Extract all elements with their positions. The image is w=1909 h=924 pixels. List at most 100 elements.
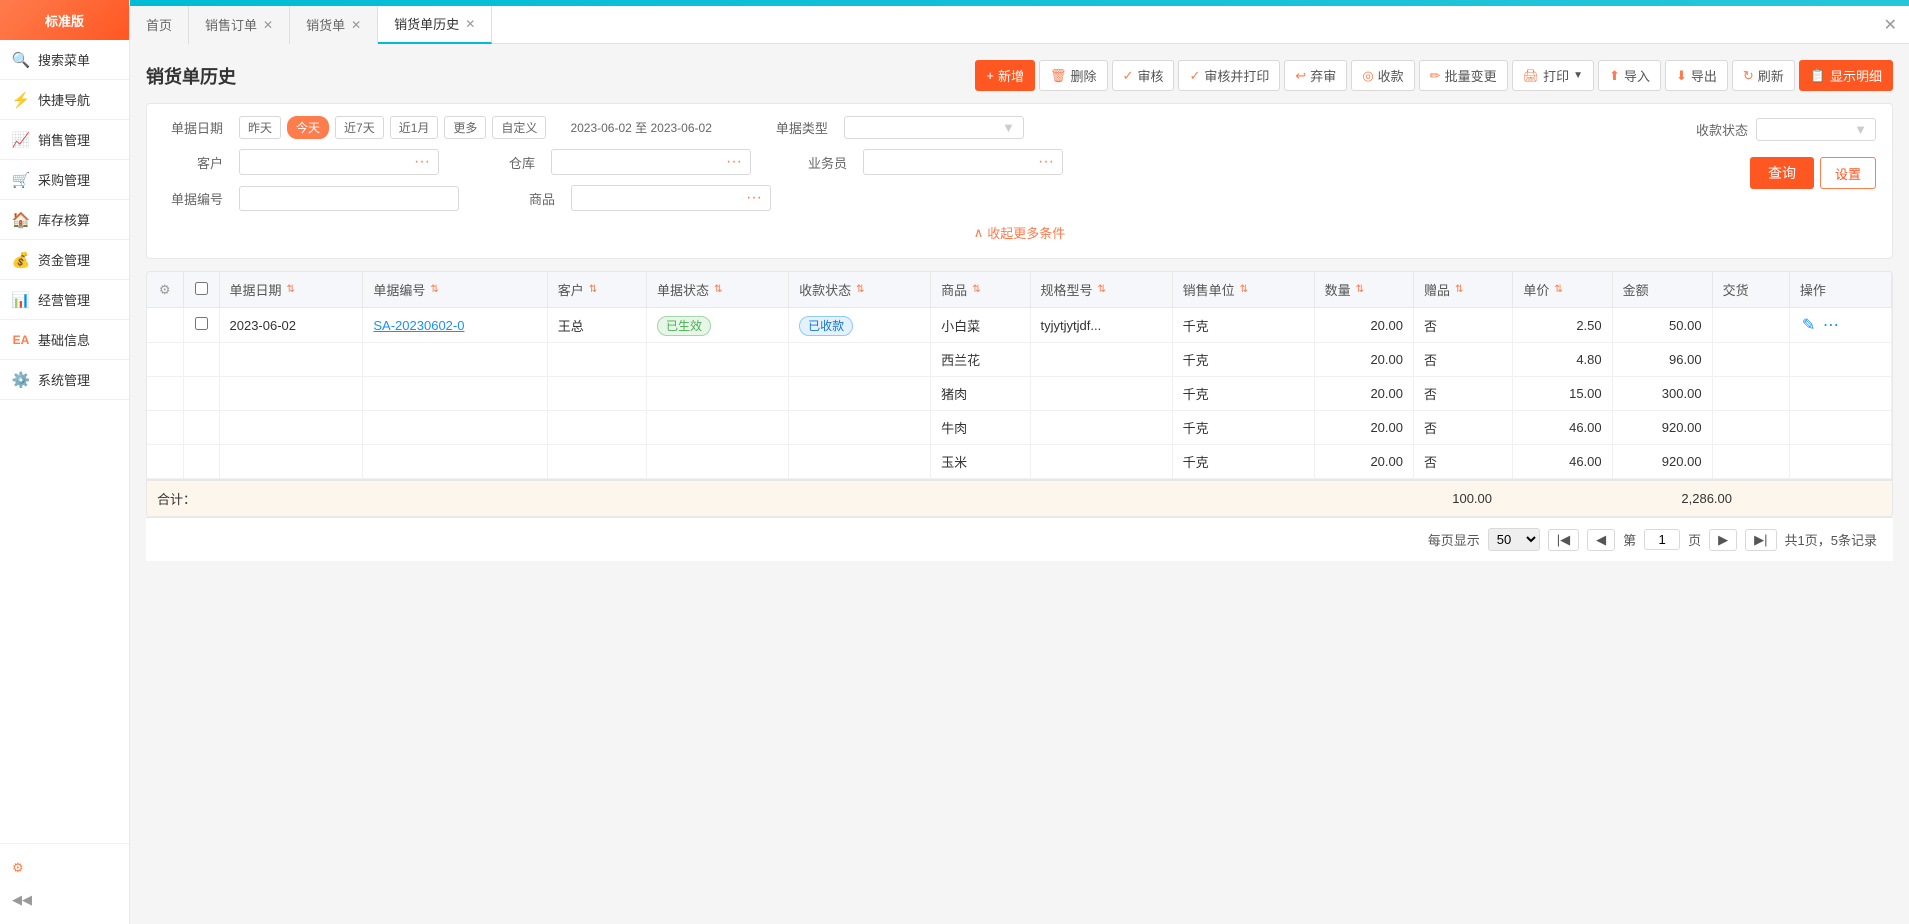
last-page-btn[interactable]: ▶| bbox=[1745, 529, 1776, 551]
batch-change-button[interactable]: ✏ 批量变更 bbox=[1419, 60, 1508, 91]
spec-sort-icon[interactable]: ⇅ bbox=[1098, 284, 1106, 295]
tab-home[interactable]: 首页 bbox=[130, 6, 189, 44]
warehouse-input[interactable]: ··· bbox=[551, 149, 751, 175]
salesperson-dots-icon[interactable]: ··· bbox=[1038, 153, 1054, 171]
sidebar-item-purchase-mgmt[interactable]: 🛒 采购管理 bbox=[0, 160, 129, 200]
select-all-checkbox[interactable] bbox=[195, 282, 208, 295]
collect-status-select[interactable]: ▼ bbox=[1756, 118, 1876, 141]
1month-btn[interactable]: 近1月 bbox=[390, 116, 439, 139]
doc-no-sort-icon[interactable]: ⇅ bbox=[430, 284, 438, 295]
next-page-btn[interactable]: ▶ bbox=[1709, 529, 1737, 551]
doc-type-select[interactable]: ▼ bbox=[844, 116, 1024, 139]
row-goods: 牛肉 bbox=[931, 411, 1030, 445]
col-doc-status: 单据状态 ⇅ bbox=[647, 272, 789, 308]
tab-sales-goods-close[interactable]: ✕ bbox=[351, 18, 361, 32]
col-sales-unit: 销售单位 ⇅ bbox=[1172, 272, 1314, 308]
customer-dots-icon[interactable]: ··· bbox=[414, 153, 430, 171]
sidebar-item-operations[interactable]: 📊 经营管理 bbox=[0, 280, 129, 320]
docno-input[interactable] bbox=[239, 186, 459, 211]
audit-button[interactable]: ✓ 审核 bbox=[1112, 60, 1175, 91]
edit-action-icon[interactable]: ✎ bbox=[1802, 317, 1815, 334]
customer-input[interactable]: ··· bbox=[239, 149, 439, 175]
collect-status-sort-icon[interactable]: ⇅ bbox=[856, 284, 864, 295]
import-button[interactable]: ⬆ 导入 bbox=[1598, 60, 1661, 91]
sidebar-item-label: 系统管理 bbox=[38, 370, 90, 389]
qty-sort-icon[interactable]: ⇅ bbox=[1356, 284, 1364, 295]
col-goods: 商品 ⇅ bbox=[931, 272, 1030, 308]
delete-button[interactable]: 🗑 删除 bbox=[1039, 60, 1108, 91]
yesterday-btn[interactable]: 昨天 bbox=[239, 116, 281, 139]
goods-input[interactable]: ··· bbox=[571, 185, 771, 211]
prev-page-btn[interactable]: ◀ bbox=[1587, 529, 1615, 551]
refresh-button[interactable]: ↻ 刷新 bbox=[1732, 60, 1795, 91]
summary-row: 合计： 100.00 2,286.00 bbox=[147, 479, 1892, 516]
tab-sales-goods-label: 销货单 bbox=[306, 15, 345, 34]
table-row: 牛肉 千克 20.00 否 46.00 920.00 bbox=[147, 411, 1892, 445]
row-gift: 否 bbox=[1413, 308, 1512, 343]
sidebar-item-basic-info[interactable]: EA 基础信息 bbox=[0, 320, 129, 360]
query-button[interactable]: 查询 bbox=[1750, 157, 1814, 189]
today-btn[interactable]: 今天 bbox=[287, 116, 329, 139]
sidebar-item-sales-mgmt[interactable]: 📈 销售管理 bbox=[0, 120, 129, 160]
more-btn[interactable]: 更多 bbox=[444, 116, 486, 139]
price-sort-icon[interactable]: ⇅ bbox=[1554, 284, 1562, 295]
sidebar-settings-btn[interactable]: ⚙ bbox=[0, 852, 129, 884]
audit-print-button[interactable]: ✓ 审核并打印 bbox=[1178, 60, 1280, 91]
tab-sales-goods[interactable]: 销货单 ✕ bbox=[290, 6, 378, 44]
sidebar-collapse-btn[interactable]: ◀◀ bbox=[0, 884, 129, 916]
row-sales-unit: 千克 bbox=[1172, 411, 1314, 445]
abandon-button[interactable]: ↩ 弃审 bbox=[1284, 60, 1347, 91]
page-number-input[interactable] bbox=[1644, 529, 1680, 550]
sidebar-item-inventory[interactable]: 🏠 库存核算 bbox=[0, 200, 129, 240]
more-action-icon[interactable]: ⋯ bbox=[1823, 317, 1839, 334]
filter-settings-button[interactable]: 设置 bbox=[1820, 157, 1876, 189]
tab-sales-history-close[interactable]: ✕ bbox=[465, 17, 475, 31]
doc-no-link[interactable]: SA-20230602-0 bbox=[373, 318, 464, 333]
gift-sort-icon[interactable]: ⇅ bbox=[1455, 284, 1463, 295]
unit-sort-icon[interactable]: ⇅ bbox=[1240, 284, 1248, 295]
col-spec-type: 规格型号 ⇅ bbox=[1030, 272, 1172, 308]
col-customer: 客户 ⇅ bbox=[547, 272, 646, 308]
first-page-btn[interactable]: |◀ bbox=[1548, 529, 1579, 551]
batch-change-icon: ✏ bbox=[1430, 68, 1441, 84]
customer-sort-icon[interactable]: ⇅ bbox=[589, 284, 597, 295]
filter-row-docno: 单据编号 商品 ··· bbox=[163, 185, 1656, 211]
sidebar-item-quick-nav[interactable]: ⚡ 快捷导航 bbox=[0, 80, 129, 120]
collapse-filter-btn[interactable]: ∧ 收起更多条件 bbox=[974, 219, 1066, 246]
row-amount: 50.00 bbox=[1612, 308, 1712, 343]
date-label: 单据日期 bbox=[163, 118, 223, 137]
export-button[interactable]: ⬇ 导出 bbox=[1665, 60, 1728, 91]
collect-button[interactable]: ◎ 收款 bbox=[1351, 60, 1414, 91]
sidebar-item-search-menu[interactable]: 🔍 搜索菜单 bbox=[0, 40, 129, 80]
warehouse-dots-icon[interactable]: ··· bbox=[726, 153, 742, 171]
row-settings-cell bbox=[147, 411, 183, 445]
page-size-select[interactable]: 50 100 200 bbox=[1488, 528, 1540, 551]
table-row: 2023-06-02 SA-20230602-0 王总 已生效 已收款 小白菜 … bbox=[147, 308, 1892, 343]
doc-status-sort-icon[interactable]: ⇅ bbox=[714, 284, 722, 295]
col-gift: 赠品 ⇅ bbox=[1413, 272, 1512, 308]
summary-total-qty: 100.00 bbox=[1412, 491, 1492, 506]
show-detail-button[interactable]: 📋 显示明细 bbox=[1799, 60, 1893, 91]
tab-close-all-btn[interactable]: ✕ bbox=[1872, 15, 1909, 35]
goods-dots-icon[interactable]: ··· bbox=[746, 189, 762, 207]
col-settings: ⚙ bbox=[147, 272, 183, 308]
new-button[interactable]: + 新增 bbox=[975, 60, 1035, 91]
col-checkbox bbox=[183, 272, 219, 308]
sidebar-item-finance[interactable]: 💰 资金管理 bbox=[0, 240, 129, 280]
tab-sales-history[interactable]: 销货单历史 ✕ bbox=[378, 6, 492, 44]
col-doc-no: 单据编号 ⇅ bbox=[363, 272, 547, 308]
salesperson-input[interactable]: ··· bbox=[863, 149, 1063, 175]
sidebar-item-system-mgmt[interactable]: ⚙️ 系统管理 bbox=[0, 360, 129, 400]
7days-btn[interactable]: 近7天 bbox=[335, 116, 384, 139]
row-checkbox[interactable] bbox=[195, 317, 208, 330]
doc-date-sort-icon[interactable]: ⇅ bbox=[287, 284, 295, 295]
row-spec-type bbox=[1030, 445, 1172, 479]
print-button[interactable]: 🖨 打印 ▼ bbox=[1512, 60, 1594, 91]
row-collect-status bbox=[789, 377, 931, 411]
goods-sort-icon[interactable]: ⇅ bbox=[972, 284, 980, 295]
collect-status-label: 收款状态 bbox=[1688, 120, 1748, 139]
custom-btn[interactable]: 自定义 bbox=[492, 116, 546, 139]
table-settings-gear-icon[interactable]: ⚙ bbox=[159, 282, 171, 297]
tab-sales-order-close[interactable]: ✕ bbox=[263, 18, 273, 32]
tab-sales-order[interactable]: 销售订单 ✕ bbox=[189, 6, 290, 44]
